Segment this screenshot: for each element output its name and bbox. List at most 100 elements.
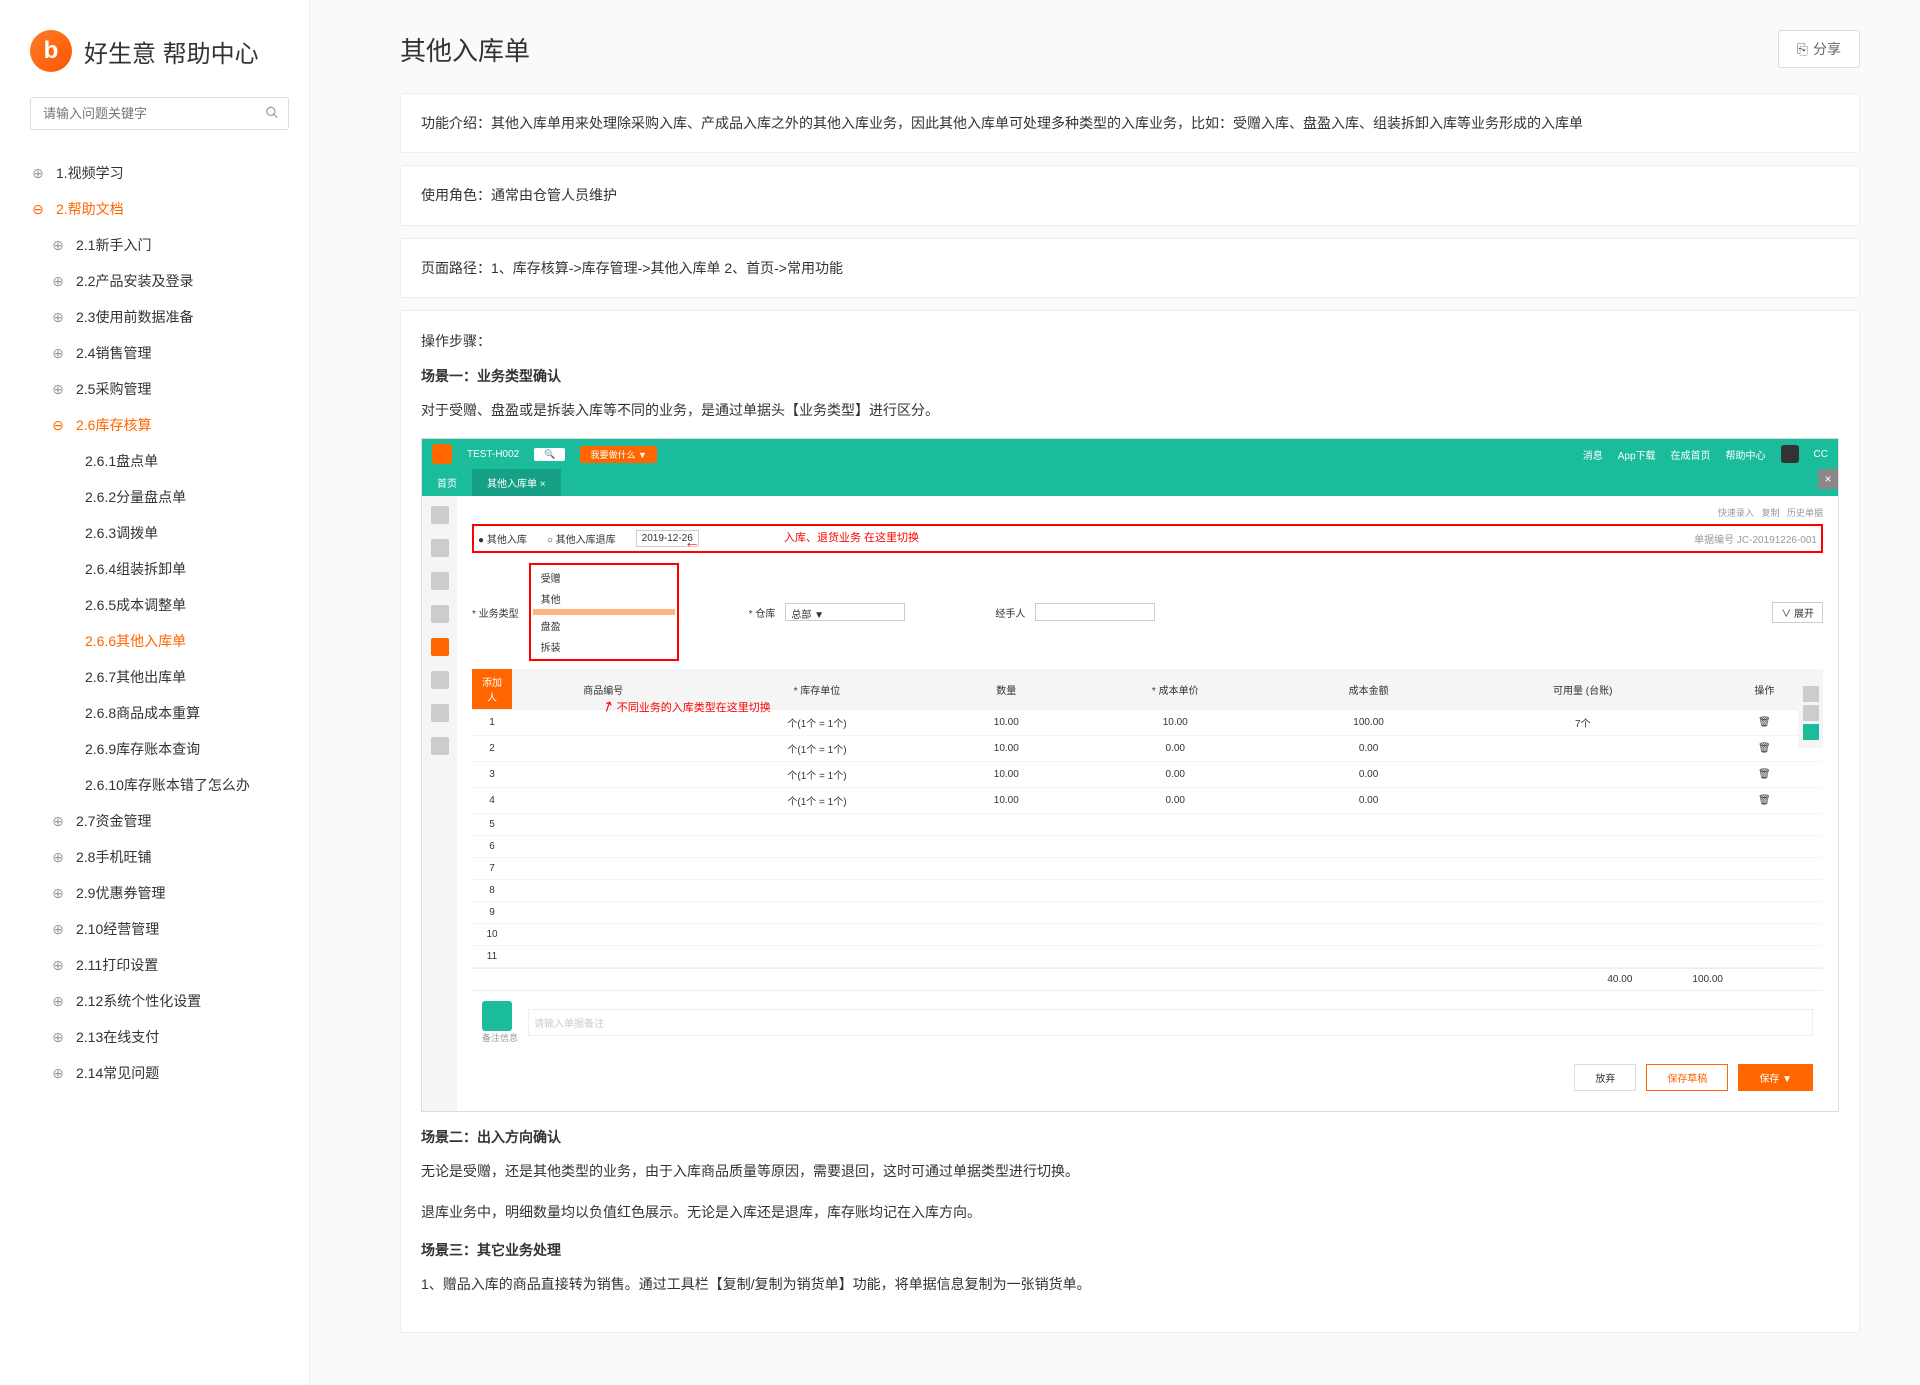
steps-label: 操作步骤： [421, 331, 1839, 351]
ss-input [1035, 603, 1155, 621]
close-icon: × [1818, 469, 1838, 489]
ss-header: TEST-H002 🔍 我要做什么 ▼ 消息 App下载 在成首页 帮助中心 C… [422, 439, 1838, 469]
ss-tab-active: 其他入库单 × [472, 469, 561, 496]
arrow-icon: ↗ [599, 697, 617, 717]
tool-icon [1803, 724, 1819, 740]
plus-icon [50, 381, 66, 397]
ss-body: 快速录入 复制 历史单据 ● 其他入库 ○ 其他入库退库 2019-12-26 … [422, 496, 1838, 1111]
nav-2-5[interactable]: 2.5采购管理 [30, 371, 289, 407]
ss-input: 总部 ▼ [785, 603, 905, 621]
plus-icon [50, 273, 66, 289]
info-role: 使用角色：通常由仓管人员维护 [400, 165, 1860, 225]
minus-icon [30, 201, 46, 217]
nav-2-10[interactable]: 2.10经营管理 [30, 911, 289, 947]
nav-tree: 1.视频学习 2.帮助文档 2.1新手入门 2.2产品安装及登录 2.3使用前数… [30, 155, 289, 1091]
ss-tabs: 首页 其他入库单 × × [422, 469, 1838, 496]
nav-2-8[interactable]: 2.8手机旺铺 [30, 839, 289, 875]
remark-icon [482, 1001, 512, 1031]
plus-icon [50, 813, 66, 829]
ss-icon [431, 671, 449, 689]
sidebar: b 好生意 帮助中心 1.视频学习 2.帮助文档 2.1新手入门 2.2产品安装… [0, 0, 310, 1385]
nav-2-6-1[interactable]: 2.6.1盘点单 [30, 443, 289, 479]
ss-icon [431, 572, 449, 590]
plus-icon [50, 993, 66, 1009]
row-action-icon: 🗑 [1706, 788, 1823, 814]
plus-icon [50, 885, 66, 901]
plus-icon [50, 957, 66, 973]
ss-logo-icon [432, 444, 452, 464]
ss-totals: 40.00 100.00 [472, 968, 1823, 990]
tool-icon [1803, 686, 1819, 702]
nav-2-3[interactable]: 2.3使用前数据准备 [30, 299, 289, 335]
annotation-text-2: ↗ 不同业务的入库类型在这里切换 [602, 698, 771, 715]
info-path: 页面路径：1、库存核算->库存管理->其他入库单 2、首页->常用功能 [400, 238, 1860, 298]
nav-2-6-10[interactable]: 2.6.10库存账本错了怎么办 [30, 767, 289, 803]
ss-icon [431, 539, 449, 557]
plus-icon [50, 237, 66, 253]
logo-icon: b [30, 30, 72, 72]
ss-cancel-btn: 放弃 [1574, 1064, 1636, 1091]
ss-icon [431, 737, 449, 755]
ss-header-right: 消息 App下载 在成首页 帮助中心 CC [1583, 445, 1828, 463]
nav-2-4[interactable]: 2.4销售管理 [30, 335, 289, 371]
th-add: 添加人 [472, 669, 512, 710]
role-label: 使用角色： [421, 187, 491, 203]
scene1-title: 场景一：业务类型确认 [421, 366, 1839, 386]
nav-2-6-7[interactable]: 2.6.7其他出库单 [30, 659, 289, 695]
search-icon[interactable] [265, 105, 279, 122]
nav-2-2[interactable]: 2.2产品安装及登录 [30, 263, 289, 299]
ss-right-toolbar [1798, 678, 1823, 748]
scene2-text2: 退库业务中，明细数量均以负值红色展示。无论是入库还是退库，库存账均记在入库方向。 [421, 1200, 1839, 1225]
remark-input: 请输入单据备注 [528, 1009, 1813, 1036]
ss-icon [431, 506, 449, 524]
search-box [30, 97, 289, 130]
plus-icon [50, 1029, 66, 1045]
nav-2-7[interactable]: 2.7资金管理 [30, 803, 289, 839]
ss-sidebar [422, 496, 457, 1111]
ss-type-row: ● 其他入库 ○ 其他入库退库 2019-12-26 ← 入库、退货业务 在这里… [472, 524, 1823, 553]
scene3-title: 场景三：其它业务处理 [421, 1240, 1839, 1260]
ss-remark: 备注信息 请输入单据备注 [472, 990, 1823, 1054]
plus-icon [50, 309, 66, 325]
path-label: 页面路径： [421, 260, 491, 276]
plus-icon [50, 1065, 66, 1081]
nav-2-6-2[interactable]: 2.6.2分量盘点单 [30, 479, 289, 515]
nav-2-6-9[interactable]: 2.6.9库存账本查询 [30, 731, 289, 767]
tool-icon [1803, 705, 1819, 721]
path-text: 1、库存核算->库存管理->其他入库单 2、首页->常用功能 [491, 260, 843, 276]
logo-text: 好生意 帮助中心 [84, 34, 259, 69]
nav-2-6-6[interactable]: 2.6.6其他入库单 [30, 623, 289, 659]
info-intro: 功能介绍：其他入库单用来处理除采购入库、产成品入库之外的其他入库业务，因此其他入… [400, 93, 1860, 153]
ss-orange-btn: 我要做什么 ▼ [580, 446, 656, 463]
scene2-text1: 无论是受赠，还是其他类型的业务，由于入库商品质量等原因，需要退回，这时可通过单据… [421, 1159, 1839, 1184]
scene1-text: 对于受赠、盘盈或是拆装入库等不同的业务，是通过单据头【业务类型】进行区分。 [421, 398, 1839, 423]
screenshot-image: TEST-H002 🔍 我要做什么 ▼ 消息 App下载 在成首页 帮助中心 C… [421, 438, 1839, 1112]
ss-icon-active [431, 638, 449, 656]
search-input[interactable] [30, 97, 289, 130]
nav-2-9[interactable]: 2.9优惠券管理 [30, 875, 289, 911]
nav-2-6[interactable]: 2.6库存核算 [30, 407, 289, 443]
role-text: 通常由仓管人员维护 [491, 187, 617, 203]
ss-save-btn: 保存 ▼ [1738, 1064, 1813, 1091]
arrow-icon: ← [684, 534, 700, 552]
remark-icon-area: 备注信息 [482, 1001, 518, 1044]
ss-draft-btn: 保存草稿 [1646, 1064, 1728, 1091]
row-action-icon: 🗑 [1706, 762, 1823, 788]
nav-2-14[interactable]: 2.14常见问题 [30, 1055, 289, 1091]
nav-2-6-8[interactable]: 2.6.8商品成本重算 [30, 695, 289, 731]
nav-2-13[interactable]: 2.13在线支付 [30, 1019, 289, 1055]
ss-search: 🔍 [534, 448, 565, 461]
ss-dropdown: 受赠 其他 盘盈 拆装 [529, 563, 679, 661]
nav-2-6-3[interactable]: 2.6.3调拨单 [30, 515, 289, 551]
nav-2-6-4[interactable]: 2.6.4组装拆卸单 [30, 551, 289, 587]
plus-icon [50, 849, 66, 865]
ss-test-label: TEST-H002 [467, 449, 519, 460]
nav-2-12[interactable]: 2.12系统个性化设置 [30, 983, 289, 1019]
nav-help-docs[interactable]: 2.帮助文档 [30, 191, 289, 227]
nav-video-learning[interactable]: 1.视频学习 [30, 155, 289, 191]
share-button[interactable]: ⎘ 分享 [1778, 30, 1860, 68]
ss-expand-btn: ∨ 展开 [1772, 602, 1823, 623]
nav-2-1[interactable]: 2.1新手入门 [30, 227, 289, 263]
nav-2-6-5[interactable]: 2.6.5成本调整单 [30, 587, 289, 623]
nav-2-11[interactable]: 2.11打印设置 [30, 947, 289, 983]
